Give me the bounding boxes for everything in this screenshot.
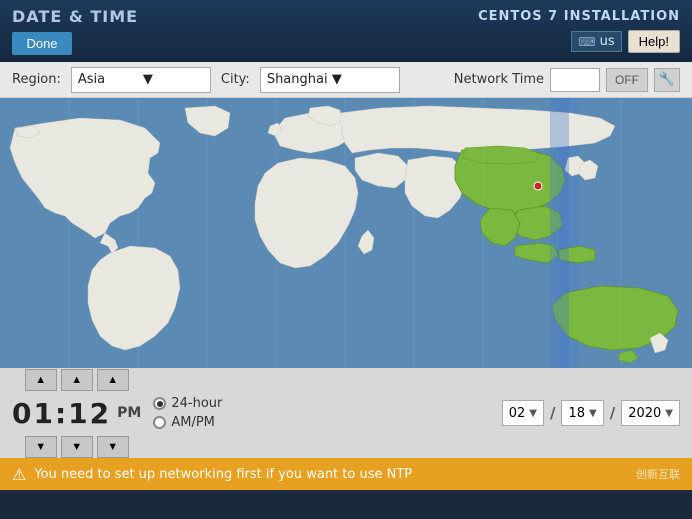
hours-up-button[interactable]: ▲ xyxy=(25,369,57,391)
year-select[interactable]: 2020 ▼ xyxy=(621,400,680,426)
year-dropdown-arrow: ▼ xyxy=(665,408,673,419)
warning-bar: ⚠ You need to set up networking first if… xyxy=(0,458,692,490)
hours-down-button[interactable]: ▼ xyxy=(25,436,57,458)
time-controls: ▲ ▲ ▲ 01:12 PM ▼ ▼ ▼ 24-hour AM/PM 02 xyxy=(0,368,692,458)
date-selectors: 02 ▼ / 18 ▼ / 2020 ▼ xyxy=(502,400,680,426)
network-time-label: Network Time xyxy=(454,72,544,87)
centos-title: CENTOS 7 INSTALLATION xyxy=(478,9,680,24)
minutes-up-button[interactable]: ▲ xyxy=(61,369,93,391)
format-ampm-label: AM/PM xyxy=(171,415,215,430)
city-dropdown-arrow: ▼ xyxy=(332,72,393,87)
warning-icon: ⚠ xyxy=(12,465,26,484)
page-title: DATE & TIME xyxy=(12,7,138,26)
header-left: DATE & TIME Done xyxy=(12,7,138,55)
header: DATE & TIME Done CENTOS 7 INSTALLATION ⌨… xyxy=(0,0,692,62)
keyboard-value: us xyxy=(600,34,615,49)
month-select[interactable]: 02 ▼ xyxy=(502,400,544,426)
hours-display: 01 xyxy=(12,397,55,430)
spinner-up-row: ▲ ▲ ▲ xyxy=(25,369,129,391)
month-value: 02 xyxy=(509,406,526,421)
region-value: Asia xyxy=(78,72,139,87)
format-24h-radio[interactable] xyxy=(153,397,166,410)
watermark: 创新互联 xyxy=(636,466,680,482)
network-time-config[interactable]: 🔧 xyxy=(654,68,680,92)
network-time-toggle[interactable]: OFF xyxy=(606,68,648,92)
time-display: 01:12 PM xyxy=(12,397,141,430)
keyboard-icon: ⌨ xyxy=(578,35,595,49)
region-select[interactable]: Asia ▼ xyxy=(71,67,211,93)
date-separator-1: / xyxy=(550,404,555,422)
done-button[interactable]: Done xyxy=(12,32,72,55)
warning-text: You need to set up networking first if y… xyxy=(34,467,628,482)
header-controls: ⌨ us Help! xyxy=(571,30,680,53)
seconds-up-button[interactable]: ▲ xyxy=(97,369,129,391)
minutes-down-button[interactable]: ▼ xyxy=(61,436,93,458)
city-label: City: xyxy=(221,72,250,87)
map-container[interactable] xyxy=(0,98,692,368)
minutes-display: 12 xyxy=(68,397,111,430)
year-value: 2020 xyxy=(628,406,661,421)
toolbar: Region: Asia ▼ City: Shanghai ▼ Network … xyxy=(0,62,692,98)
time-value: 01:12 xyxy=(12,397,111,430)
format-24h-option[interactable]: 24-hour xyxy=(153,396,222,411)
region-dropdown-arrow: ▼ xyxy=(143,72,204,87)
city-value: Shanghai xyxy=(267,72,328,87)
config-icon: 🔧 xyxy=(659,72,675,87)
seconds-down-button[interactable]: ▼ xyxy=(97,436,129,458)
day-select[interactable]: 18 ▼ xyxy=(561,400,603,426)
help-button[interactable]: Help! xyxy=(628,30,680,53)
day-value: 18 xyxy=(568,406,585,421)
city-select[interactable]: Shanghai ▼ xyxy=(260,67,400,93)
region-label: Region: xyxy=(12,72,61,87)
month-dropdown-arrow: ▼ xyxy=(529,408,537,419)
header-right: CENTOS 7 INSTALLATION ⌨ us Help! xyxy=(478,9,680,53)
keyboard-selector[interactable]: ⌨ us xyxy=(571,31,621,52)
format-options: 24-hour AM/PM xyxy=(153,396,222,430)
day-dropdown-arrow: ▼ xyxy=(589,408,597,419)
network-time-section: Network Time OFF 🔧 xyxy=(454,68,680,92)
format-ampm-radio[interactable] xyxy=(153,416,166,429)
world-map xyxy=(0,98,692,368)
date-separator-2: / xyxy=(610,404,615,422)
network-time-input[interactable] xyxy=(550,68,600,92)
ampm-display: PM xyxy=(117,405,141,421)
format-24h-label: 24-hour xyxy=(171,396,222,411)
format-ampm-option[interactable]: AM/PM xyxy=(153,415,222,430)
spinner-down-row: ▼ ▼ ▼ xyxy=(25,436,129,458)
